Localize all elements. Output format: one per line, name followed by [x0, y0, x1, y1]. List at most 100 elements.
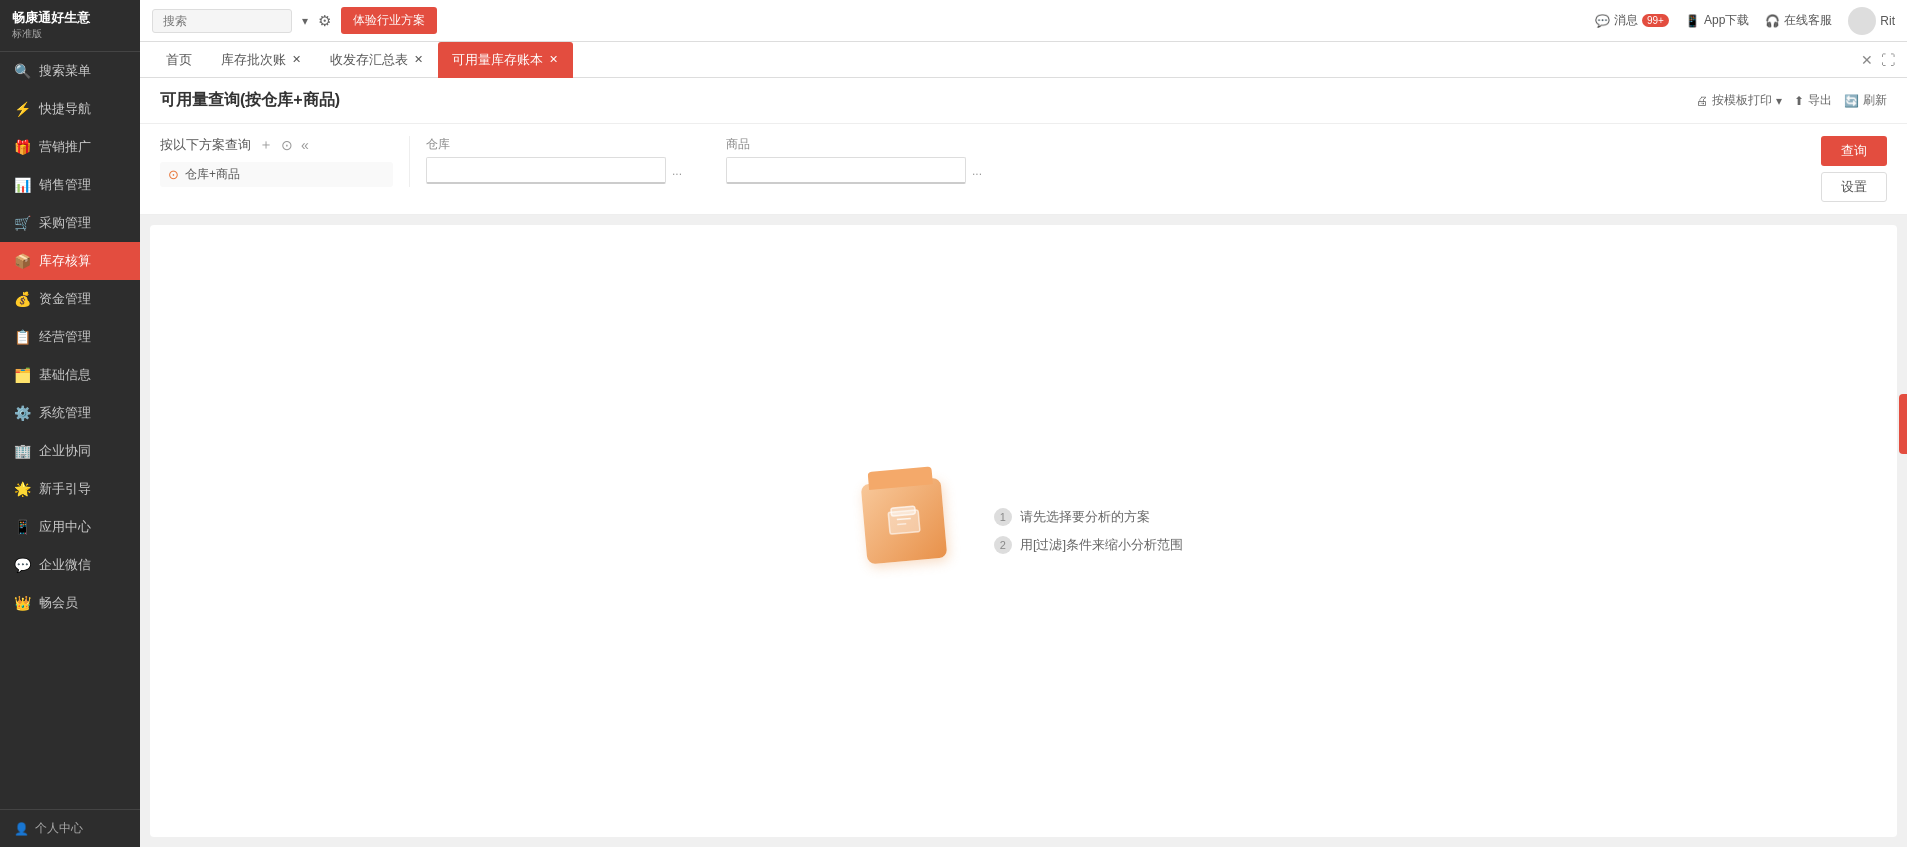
- sidebar-item-sales[interactable]: 📊销售管理: [0, 166, 140, 204]
- goods-input[interactable]: [726, 157, 966, 184]
- online-service-btn[interactable]: 🎧 在线客服: [1765, 12, 1832, 29]
- svg-line-3: [897, 524, 906, 525]
- tabs-right: ✕ ⛶: [1861, 52, 1895, 68]
- topbar-gear-btn[interactable]: ⚙: [318, 12, 331, 30]
- sidebar-item-label: 营销推广: [39, 138, 91, 156]
- newbie-icon: 🌟: [14, 481, 31, 497]
- close-tab-available-ledger[interactable]: ✕: [549, 53, 558, 66]
- hint-num-1: 1: [994, 508, 1012, 526]
- sidebar-item-basic[interactable]: 🗂️ 基础信息: [0, 356, 140, 394]
- tab-batch-ledger[interactable]: 库存批次账✕: [207, 42, 316, 78]
- footer-label: 个人中心: [35, 820, 83, 837]
- appstore-icon: 📱: [14, 519, 31, 535]
- setting-btn[interactable]: 设置: [1821, 172, 1887, 202]
- sidebar-item-inventory[interactable]: 📦 库存核算: [0, 242, 140, 280]
- tab-home[interactable]: 首页: [152, 42, 207, 78]
- close-all-tabs-btn[interactable]: ✕: [1861, 52, 1873, 68]
- sidebar-item-search[interactable]: 🔍搜索菜单: [0, 52, 140, 90]
- sidebar-nav: 🔍搜索菜单⚡快捷导航🎁营销推广📊销售管理🛒采购管理 📦 库存核算 💰资金管理📋经营管理…: [0, 52, 140, 809]
- tab-label-available-ledger: 可用量库存账本: [452, 51, 543, 69]
- empty-state: 1 请先选择要分析的方案 2 用[过滤]条件来缩小分析范围: [150, 225, 1897, 837]
- filter-scheme-header: 按以下方案查询 ＋ ⊙ «: [160, 136, 393, 154]
- sidebar-item-label: 畅会员: [39, 594, 78, 612]
- phone-icon: 📱: [1685, 14, 1700, 28]
- basic-icon: 🗂️: [14, 367, 31, 383]
- warehouse-filter-field: 仓库 ...: [426, 136, 706, 184]
- export-btn[interactable]: ⬆ 导出: [1794, 92, 1832, 109]
- sidebar-footer[interactable]: 👤 个人中心: [0, 809, 140, 847]
- sidebar-item-finance[interactable]: 💰资金管理: [0, 280, 140, 318]
- online-service-label: 在线客服: [1784, 12, 1832, 29]
- expand-btn[interactable]: ⛶: [1881, 52, 1895, 68]
- sidebar-item-appstore[interactable]: 📱 应用中心: [0, 508, 140, 546]
- warehouse-more-btn[interactable]: ...: [672, 164, 682, 178]
- hint-item-2: 2 用[过滤]条件来缩小分析范围: [994, 536, 1183, 554]
- filter-scheme-panel: 按以下方案查询 ＋ ⊙ « ⊙ 仓库+商品: [160, 136, 410, 187]
- scheme-item-icon: ⊙: [168, 167, 179, 182]
- goods-filter-field: 商品 ...: [726, 136, 1006, 184]
- warehouse-input-row: ...: [426, 157, 706, 184]
- query-btn[interactable]: 查询: [1821, 136, 1887, 166]
- sidebar-item-label: 销售管理: [39, 176, 91, 194]
- topbar-search-input[interactable]: [152, 9, 292, 33]
- sidebar-item-label: 企业微信: [39, 556, 91, 574]
- sidebar-item-wechat[interactable]: 💬 企业微信: [0, 546, 140, 584]
- page-content: 可用量查询(按仓库+商品) 🖨 按模板打印 ▾ ⬆ 导出 🔄 刷新: [140, 78, 1907, 847]
- user-info-btn[interactable]: Rit: [1848, 7, 1895, 35]
- sidebar-item-label: 基础信息: [39, 366, 91, 384]
- goods-input-row: ...: [726, 157, 1006, 184]
- sidebar-item-newbie[interactable]: 🌟新手引导: [0, 470, 140, 508]
- sidebar-item-label: 搜索菜单: [39, 62, 91, 80]
- scheme-item-warehouse-goods[interactable]: ⊙ 仓库+商品: [160, 162, 393, 187]
- hint-text-2: 用[过滤]条件来缩小分析范围: [1020, 536, 1183, 554]
- headset-icon: 🎧: [1765, 14, 1780, 28]
- empty-illustration: [864, 481, 964, 581]
- export-icon: ⬆: [1794, 94, 1804, 108]
- sidebar-item-purchase[interactable]: 🛒采购管理: [0, 204, 140, 242]
- topbar-dropdown-btn[interactable]: ▾: [302, 14, 308, 28]
- empty-hints: 1 请先选择要分析的方案 2 用[过滤]条件来缩小分析范围: [994, 508, 1183, 554]
- enterprise-icon: 🏢: [14, 443, 31, 459]
- print-label: 按模板打印: [1712, 92, 1772, 109]
- sidebar-item-system[interactable]: ⚙️系统管理: [0, 394, 140, 432]
- member-icon: 👑: [14, 595, 31, 611]
- empty-state-inner: 1 请先选择要分析的方案 2 用[过滤]条件来缩小分析范围: [864, 481, 1183, 581]
- sidebar-item-label: 库存核算: [39, 252, 91, 270]
- message-btn[interactable]: 💬 消息 99+: [1595, 12, 1669, 29]
- edit-scheme-btn[interactable]: ⊙: [281, 137, 293, 153]
- print-template-btn[interactable]: 🖨 按模板打印 ▾: [1696, 92, 1782, 109]
- tab-available-ledger[interactable]: 可用量库存账本 ✕: [438, 42, 573, 78]
- right-scroll-handle[interactable]: [1899, 394, 1907, 454]
- sidebar-item-label: 应用中心: [39, 518, 91, 536]
- empty-box-icon: [861, 478, 948, 565]
- chevron-down-icon: ▾: [1776, 94, 1782, 108]
- tab-label-home: 首页: [166, 51, 192, 69]
- hint-text-1: 请先选择要分析的方案: [1020, 508, 1150, 526]
- wechat-icon: 💬: [14, 557, 31, 573]
- app-download-btn[interactable]: 📱 App下载: [1685, 12, 1749, 29]
- sidebar-item-member[interactable]: 👑 畅会员: [0, 584, 140, 622]
- trial-industry-btn[interactable]: 体验行业方案: [341, 7, 437, 34]
- sidebar-item-enterprise[interactable]: 🏢企业协同: [0, 432, 140, 470]
- inventory-icon: 📦: [14, 253, 31, 269]
- tab-receipt-summary[interactable]: 收发存汇总表 ✕: [316, 42, 438, 78]
- collapse-scheme-btn[interactable]: «: [301, 137, 309, 153]
- warehouse-label: 仓库: [426, 136, 706, 153]
- tab-label-receipt-summary: 收发存汇总表: [330, 51, 408, 69]
- sidebar-item-shortcut[interactable]: ⚡快捷导航: [0, 90, 140, 128]
- sidebar-item-label: 经营管理: [39, 328, 91, 346]
- close-tab-receipt-summary[interactable]: ✕: [414, 53, 423, 66]
- tabs-bar: 首页库存批次账✕ 收发存汇总表 ✕ 可用量库存账本 ✕ ✕ ⛶: [140, 42, 1907, 78]
- add-scheme-btn[interactable]: ＋: [259, 136, 273, 154]
- hint-num-2: 2: [994, 536, 1012, 554]
- sidebar-item-marketing[interactable]: 🎁营销推广: [0, 128, 140, 166]
- sidebar: 畅康通好生意 标准版 🔍搜索菜单⚡快捷导航🎁营销推广📊销售管理🛒采购管理📦库存核…: [0, 0, 140, 847]
- refresh-btn[interactable]: 🔄 刷新: [1844, 92, 1887, 109]
- close-tab-batch-ledger[interactable]: ✕: [292, 53, 301, 66]
- sidebar-item-operations[interactable]: 📋经营管理: [0, 318, 140, 356]
- hint-item-1: 1 请先选择要分析的方案: [994, 508, 1183, 526]
- warehouse-input[interactable]: [426, 157, 666, 184]
- goods-more-btn[interactable]: ...: [972, 164, 982, 178]
- page-title: 可用量查询(按仓库+商品): [160, 90, 340, 111]
- sidebar-item-label: 快捷导航: [39, 100, 91, 118]
